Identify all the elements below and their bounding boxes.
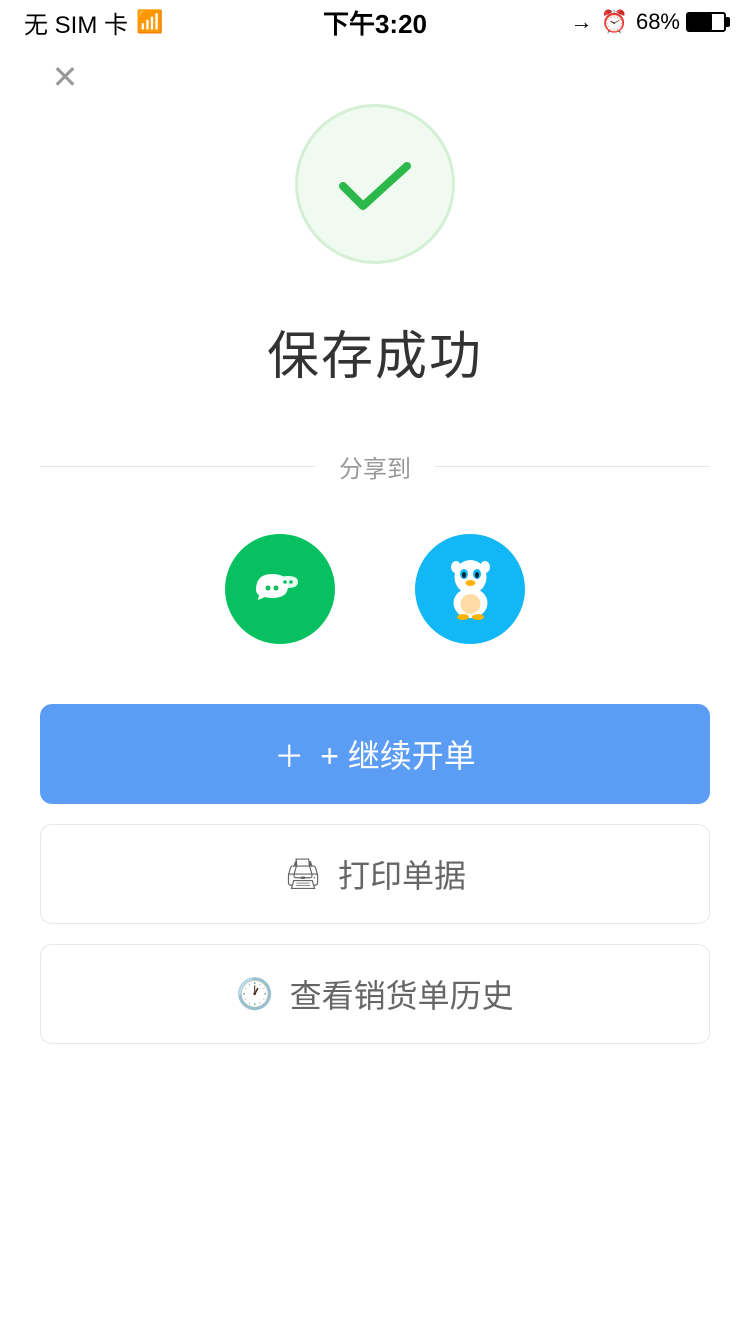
share-section: 分享到 <box>40 449 710 644</box>
divider-line-left <box>40 466 315 467</box>
checkmark-icon <box>335 154 415 214</box>
battery: 68% <box>636 9 726 35</box>
status-time: 下午3:20 <box>323 4 427 41</box>
qq-icon <box>443 557 498 622</box>
qq-circle <box>415 534 525 644</box>
main-content: 保存成功 分享到 <box>0 44 750 1084</box>
printer-icon: 🖨 <box>284 857 322 892</box>
print-button[interactable]: 🖨 打印单据 <box>40 824 710 924</box>
status-left: 无 SIM 卡 📶 <box>24 5 163 40</box>
clock-icon: 🕐 <box>236 977 273 1012</box>
success-circle <box>295 104 455 264</box>
history-button[interactable]: 🕐 查看销货单历史 <box>40 944 710 1044</box>
close-button[interactable]: ✕ <box>40 52 90 102</box>
continue-button[interactable]: ＋ + 继续开单 <box>40 704 710 804</box>
plus-icon: ＋ <box>274 732 304 776</box>
share-label: 分享到 <box>315 449 435 484</box>
share-icons <box>40 534 710 644</box>
continue-label: + 继续开单 <box>320 731 476 777</box>
status-bar: 无 SIM 卡 📶 下午3:20 → ⏰ 68% <box>0 0 750 44</box>
success-title: 保存成功 <box>267 314 483 389</box>
divider-line-right <box>435 466 710 467</box>
wifi-icon: 📶 <box>136 9 163 35</box>
location-icon: → <box>571 9 593 35</box>
alarm-icon: ⏰ <box>601 9 628 35</box>
wechat-circle <box>225 534 335 644</box>
status-right: → ⏰ 68% <box>571 9 726 35</box>
battery-percent: 68% <box>636 9 680 35</box>
share-wechat-button[interactable] <box>225 534 335 644</box>
no-sim-text: 无 SIM 卡 <box>24 5 128 40</box>
close-icon: ✕ <box>52 61 79 93</box>
history-label: 查看销货单历史 <box>290 971 514 1017</box>
action-buttons: ＋ + 继续开单 🖨 打印单据 🕐 查看销货单历史 <box>40 704 710 1044</box>
wechat-icon <box>248 562 313 617</box>
battery-bar <box>686 12 726 32</box>
battery-fill <box>688 14 712 30</box>
print-label: 打印单据 <box>338 851 466 897</box>
share-qq-button[interactable] <box>415 534 525 644</box>
share-divider: 分享到 <box>40 449 710 484</box>
